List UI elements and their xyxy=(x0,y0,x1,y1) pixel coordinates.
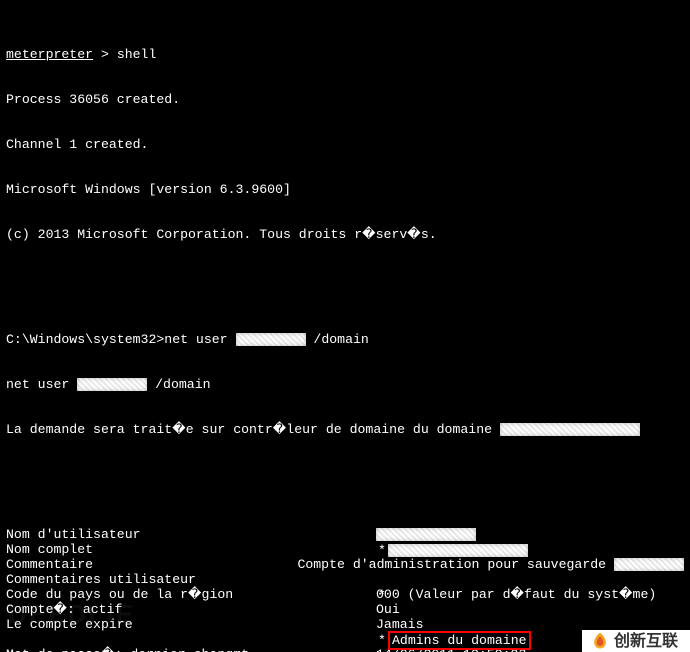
group-entry-highlighted: *Admins du domaine xyxy=(378,633,531,648)
redacted-username-echo xyxy=(77,378,147,391)
property-label: Nom complet xyxy=(6,542,376,557)
property-row: CommentaireCompte d'administration pour … xyxy=(6,557,684,572)
brand-text: 创新互联 xyxy=(614,634,678,649)
shell-command: shell xyxy=(117,47,157,62)
property-row: Nom complet xyxy=(6,542,684,557)
group-entry: * xyxy=(378,543,531,558)
property-label: Compte�: actif xyxy=(6,602,376,617)
command-echo-line: net user /domain xyxy=(6,377,684,392)
netuser-left: net user xyxy=(164,332,235,347)
copyright-line: (c) 2013 Microsoft Corporation. Tous dro… xyxy=(6,227,684,242)
prompt-prefix: meterpreter xyxy=(6,47,93,62)
netuser-right: /domain xyxy=(306,332,369,347)
global-groups-column: * * *Admins du domaine * * * * xyxy=(378,513,531,652)
redacted-username xyxy=(236,333,306,346)
group-entry: * xyxy=(378,588,531,603)
property-label: Le compte expire xyxy=(6,617,376,632)
property-label: Nom d'utilisateur xyxy=(6,527,376,542)
redacted-domain xyxy=(500,423,640,436)
property-row: Code du pays ou de la r�gion000 (Valeur … xyxy=(6,587,684,602)
property-row: Nom d'utilisateur xyxy=(6,527,684,542)
cwd-prompt: C:\Windows\system32> xyxy=(6,332,164,347)
redacted-group xyxy=(388,544,528,557)
brand-watermark: 创新互联 xyxy=(582,630,690,652)
notice-text: La demande sera trait�e sur contr�leur d… xyxy=(6,422,500,437)
property-label: Commentaire xyxy=(6,557,297,572)
windows-version-line: Microsoft Windows [version 6.3.9600] xyxy=(6,182,684,197)
property-label: Code du pays ou de la r�gion xyxy=(6,587,376,602)
property-label: Mot de passe�: dernier changmt. xyxy=(6,647,376,652)
domain-admins-group: Admins du domaine xyxy=(388,631,531,650)
blank-line xyxy=(6,272,684,287)
property-label: Commentaires utilisateur xyxy=(6,572,376,587)
blank-line xyxy=(6,467,684,482)
process-created-line: Process 36056 created. xyxy=(6,92,684,107)
echo-right: /domain xyxy=(147,377,210,392)
channel-created-line: Channel 1 created. xyxy=(6,137,684,152)
meterpreter-prompt: meterpreter > shell xyxy=(6,47,684,62)
redacted-value xyxy=(614,558,684,571)
command-line: C:\Windows\system32>net user /domain xyxy=(6,332,684,347)
property-row: Commentaires utilisateur xyxy=(6,572,684,587)
property-row: Compte�: actifOui xyxy=(6,602,684,617)
terminal-output[interactable]: meterpreter > shell Process 36056 create… xyxy=(0,0,690,652)
domain-notice-line: La demande sera trait�e sur contr�leur d… xyxy=(6,422,684,437)
brand-logo-icon xyxy=(590,631,610,651)
prompt-separator: > xyxy=(93,47,117,62)
echo-left: net user xyxy=(6,377,77,392)
